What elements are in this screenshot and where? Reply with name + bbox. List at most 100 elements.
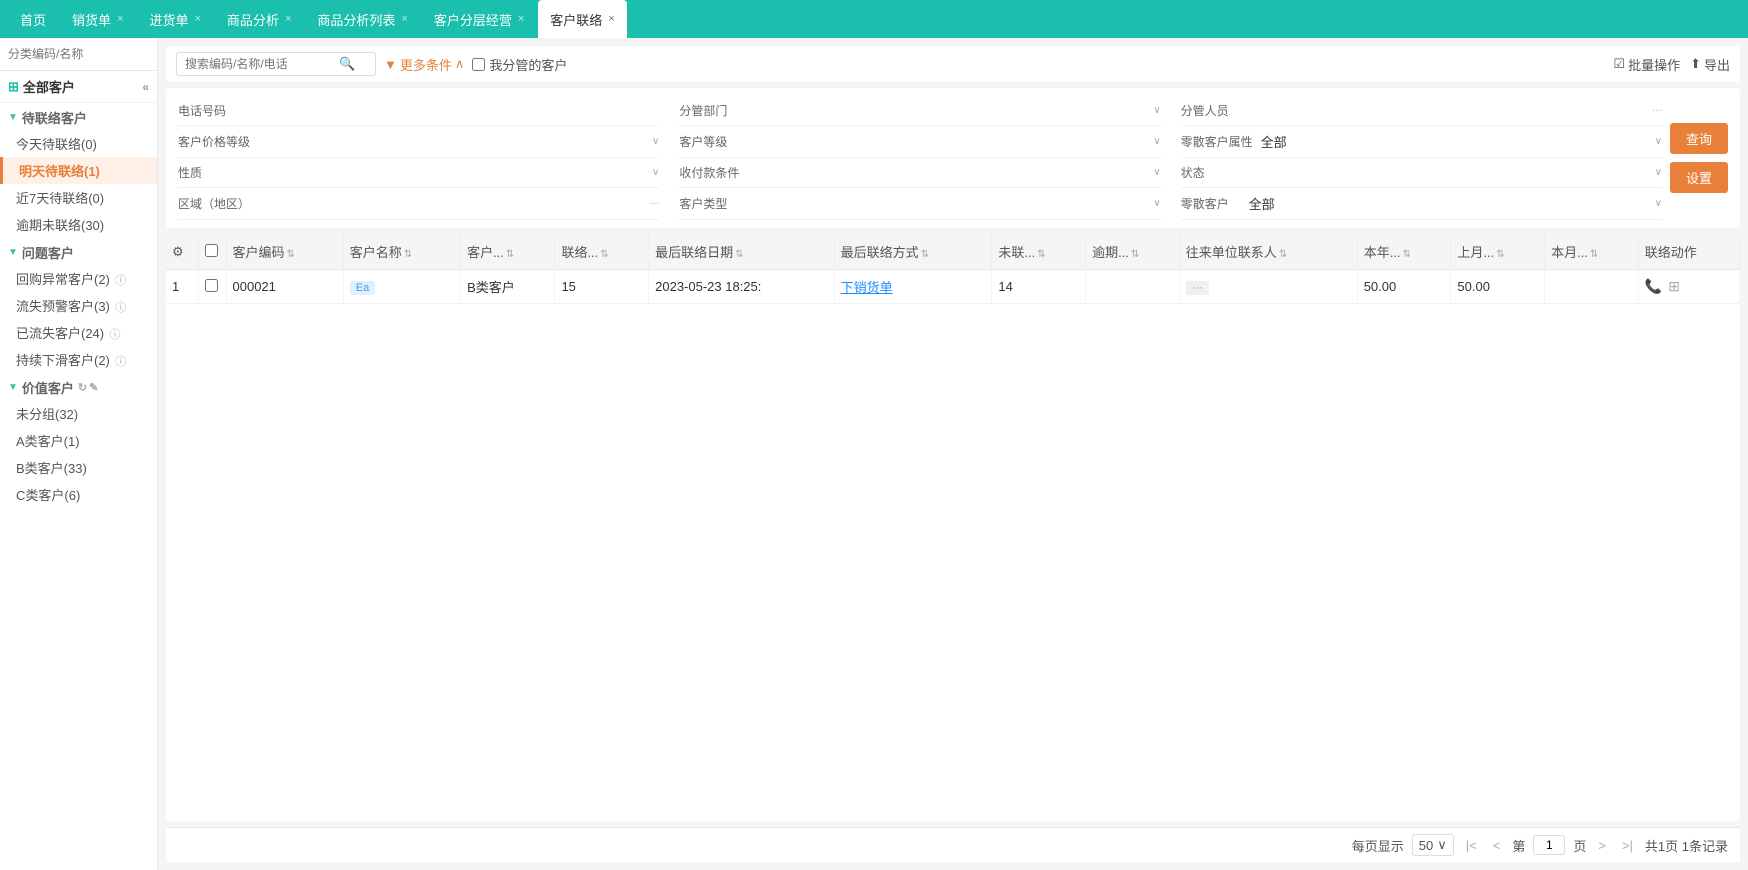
sidebar-all-customers[interactable]: ⊞ 全部客户 «	[0, 71, 157, 103]
region-select[interactable]: ···	[258, 198, 659, 209]
close-icon[interactable]: ×	[285, 13, 291, 25]
phone-action-icon[interactable]: 📞	[1645, 278, 1662, 295]
sidebar-item-today-contact[interactable]: 今天待联络(0)	[0, 130, 157, 157]
sidebar-group-value[interactable]: ▼ 价值客户 ↻ ✎	[0, 373, 157, 400]
sidebar-collapse-btn[interactable]: «	[142, 80, 149, 94]
scattered-attr-select[interactable]: 全部 ∨	[1261, 132, 1662, 151]
first-page-btn[interactable]: |<	[1462, 836, 1481, 855]
col-type[interactable]: 客户...⇅	[461, 234, 555, 270]
cell-code: 000021	[226, 270, 343, 304]
sidebar-item-b-class[interactable]: B类客户(33)	[0, 454, 157, 481]
sidebar-item-abnormal-repurchase[interactable]: 回购异常客户(2) ⓘ	[0, 265, 157, 292]
scattered-attr-label: 零散客户属性	[1181, 133, 1253, 150]
my-customers-checkbox[interactable]	[472, 58, 485, 71]
sidebar-item-7day-contact[interactable]: 近7天待联络(0)	[0, 184, 157, 211]
col-overdue[interactable]: 逾期...⇅	[1086, 234, 1180, 270]
query-button[interactable]: 查询	[1670, 123, 1728, 154]
manager-select[interactable]: ···	[1249, 105, 1662, 116]
sidebar-group-problem[interactable]: ▼ 问题客户	[0, 238, 157, 265]
col-last-method[interactable]: 最后联络方式⇅	[834, 234, 992, 270]
more-conditions-btn[interactable]: ▼ 更多条件 ∧	[384, 55, 464, 74]
cell-index: 1	[166, 270, 198, 304]
sidebar-item-churned[interactable]: 已流失客户(24) ⓘ	[0, 319, 157, 346]
next-page-btn[interactable]: >	[1594, 836, 1610, 855]
nav-tab-product-analysis-list[interactable]: 商品分析列表 ×	[305, 0, 419, 38]
col-last-date[interactable]: 最后联络日期⇅	[649, 234, 835, 270]
select-all-checkbox[interactable]	[205, 244, 218, 257]
phone-input[interactable]	[246, 104, 659, 118]
cell-checkbox[interactable]	[198, 270, 226, 304]
col-last-month[interactable]: 上月...⇅	[1451, 234, 1545, 270]
settings-button[interactable]: 设置	[1670, 162, 1728, 193]
col-this-year[interactable]: 本年...⇅	[1357, 234, 1451, 270]
close-icon[interactable]: ×	[608, 13, 614, 25]
filter-status: 状态 ∨	[1181, 158, 1662, 188]
sidebar-item-ungrouped[interactable]: 未分组(32)	[0, 400, 157, 427]
table-row: 1 000021 Ea B类客户 15 2023-05-23 18:25: 下销…	[166, 270, 1740, 304]
cell-last-month: 50.00	[1451, 270, 1545, 304]
search-box: 🔍	[176, 52, 376, 76]
my-customers-checkbox-area: 我分管的客户	[472, 55, 567, 74]
top-navigation: 首页 销货单 × 进货单 × 商品分析 × 商品分析列表 × 客户分层经营 × …	[0, 0, 1748, 38]
sidebar-item-tomorrow-contact[interactable]: 明天待联络(1)	[0, 157, 157, 184]
sidebar-search-input[interactable]	[8, 47, 158, 61]
col-checkbox[interactable]	[198, 234, 226, 270]
prev-page-btn[interactable]: <	[1489, 836, 1505, 855]
col-settings[interactable]: ⚙	[166, 234, 198, 270]
filter-action-buttons: 查询 设置	[1670, 96, 1728, 220]
sidebar-item-declining[interactable]: 持续下滑客户(2) ⓘ	[0, 346, 157, 373]
cell-action: 📞 ⊞	[1638, 270, 1739, 304]
close-icon[interactable]: ×	[117, 13, 123, 25]
batch-operations-btn[interactable]: ☑ 批量操作	[1613, 55, 1680, 74]
sidebar-group-pending[interactable]: ▼ 待联络客户	[0, 103, 157, 130]
cell-last-method[interactable]: 下销货单	[834, 270, 992, 304]
nature-select[interactable]: ∨	[246, 167, 659, 178]
status-select[interactable]: ∨	[1249, 167, 1662, 178]
search-input[interactable]	[185, 57, 335, 71]
sidebar-item-overdue-contact[interactable]: 逾期未联络(30)	[0, 211, 157, 238]
price-level-select[interactable]: ∨	[258, 136, 659, 147]
chevron-down-icon: ∨	[1153, 105, 1160, 116]
col-contact-count[interactable]: 联络...⇅	[555, 234, 649, 270]
customer-type-select[interactable]: ∨	[747, 198, 1160, 209]
grid-icon: ⊞	[8, 79, 19, 95]
per-page-label: 每页显示	[1352, 836, 1404, 855]
grid-action-icon[interactable]: ⊞	[1668, 278, 1680, 295]
col-code[interactable]: 客户编码⇅	[226, 234, 343, 270]
row-checkbox[interactable]	[205, 279, 218, 292]
nav-tab-customer-segmentation[interactable]: 客户分层经营 ×	[422, 0, 536, 38]
filter-region: 区域（地区） ···	[178, 188, 659, 220]
page-number-input[interactable]	[1533, 835, 1565, 855]
sidebar-item-churn-warning[interactable]: 流失预警客户(3) ⓘ	[0, 292, 157, 319]
col-name[interactable]: 客户名称⇅	[343, 234, 460, 270]
close-icon[interactable]: ×	[194, 13, 200, 25]
sidebar-item-c-class[interactable]: C类客户(6)	[0, 481, 157, 508]
sidebar-item-a-class[interactable]: A类客户(1)	[0, 427, 157, 454]
nav-tab-purchase[interactable]: 进货单 ×	[137, 0, 212, 38]
nav-tab-product-analysis[interactable]: 商品分析 ×	[215, 0, 303, 38]
last-page-btn[interactable]: >|	[1618, 836, 1637, 855]
payment-label: 收付款条件	[679, 164, 739, 181]
col-this-month[interactable]: 本月...⇅	[1545, 234, 1639, 270]
scattered-customer-label: 零散客户	[1181, 195, 1241, 212]
scattered-customer-select[interactable]: 全部 ∨	[1249, 194, 1662, 213]
export-btn[interactable]: ⬆ 导出	[1690, 55, 1730, 74]
filter-payment: 收付款条件 ∨	[679, 158, 1160, 188]
nav-tab-sales[interactable]: 销货单 ×	[60, 0, 135, 38]
search-icon[interactable]: 🔍	[339, 56, 355, 72]
cell-name[interactable]: Ea	[343, 270, 460, 304]
nav-home[interactable]: 首页	[8, 0, 58, 38]
col-uncontacted[interactable]: 未联...⇅	[992, 234, 1086, 270]
edit-icon[interactable]: ✎	[89, 381, 98, 394]
close-icon[interactable]: ×	[401, 13, 407, 25]
close-icon[interactable]: ×	[518, 13, 524, 25]
info-icon: ⓘ	[109, 329, 120, 341]
col-unit-contact[interactable]: 往来单位联系人⇅	[1179, 234, 1357, 270]
department-select[interactable]: ∨	[747, 105, 1160, 116]
refresh-icon[interactable]: ↻	[78, 381, 87, 394]
payment-select[interactable]: ∨	[747, 167, 1160, 178]
customer-level-select[interactable]: ∨	[747, 136, 1160, 147]
per-page-select[interactable]: 50 ∨	[1412, 834, 1454, 856]
manager-label: 分管人员	[1181, 102, 1241, 119]
nav-tab-customer-contact[interactable]: 客户联络 ×	[538, 0, 626, 38]
